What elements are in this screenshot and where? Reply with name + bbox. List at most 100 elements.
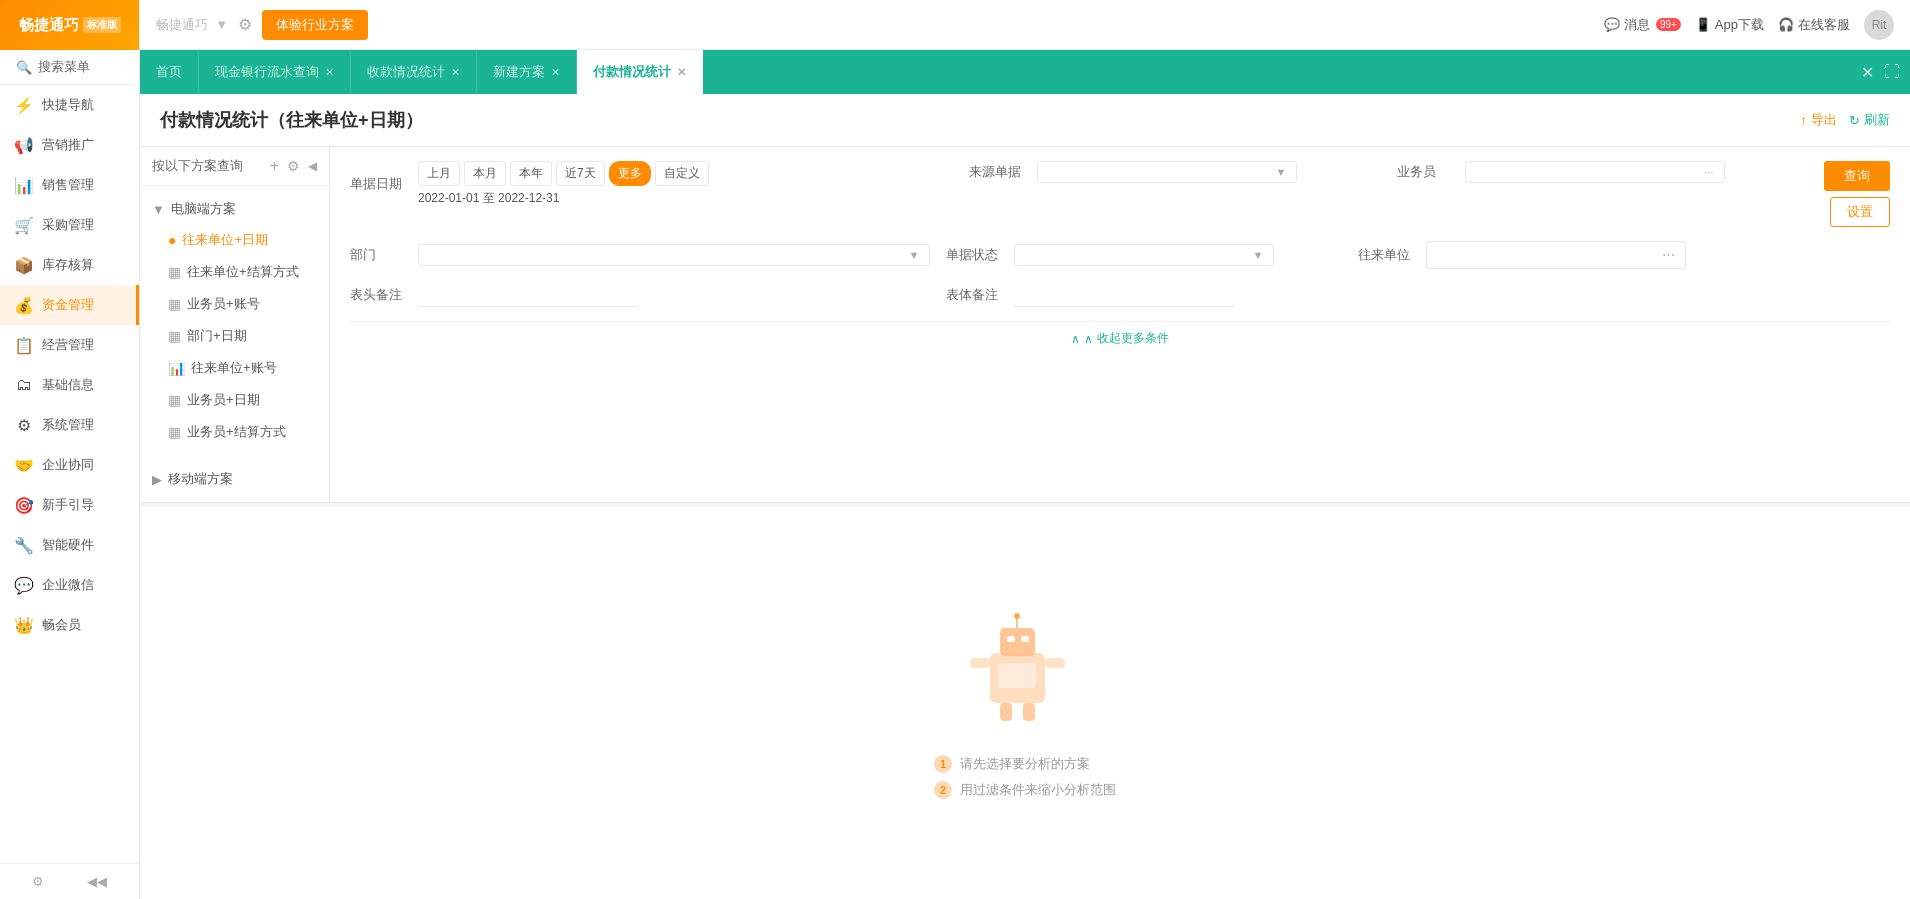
source-doc-select[interactable]: ▼ (1037, 161, 1297, 183)
scheme-active-icon: ● (168, 232, 176, 248)
sidebar-settings-icon[interactable]: ⚙ (32, 874, 44, 889)
hardware-icon: 🔧 (14, 535, 34, 555)
sidebar-item-hardware[interactable]: 🔧 智能硬件 (0, 525, 139, 565)
sidebar-item-label: 系统管理 (42, 416, 94, 434)
app-download-btn[interactable]: 📱 App下载 (1695, 16, 1764, 34)
sidebar-item-guide[interactable]: 🎯 新手引导 (0, 485, 139, 525)
sidebar-item-member[interactable]: 👑 畅会员 (0, 605, 139, 645)
scheme-collapse-icon[interactable]: ◀ (308, 159, 317, 173)
staff-label: 业务员 (1397, 163, 1457, 181)
empty-hints: 1 请先选择要分析的方案 2 用过滤条件来缩小分析范围 (934, 755, 1116, 807)
chevron-down-icon: ▼ (909, 249, 920, 261)
message-icon: 💬 (1604, 17, 1620, 32)
inventory-icon: 📦 (14, 255, 34, 275)
tab-bank-flow[interactable]: 现金银行流水查询 ✕ (199, 50, 351, 94)
tab-receipt-stats[interactable]: 收款情况统计 ✕ (351, 50, 477, 94)
sales-icon: 📊 (14, 175, 34, 195)
tab-expand-icon[interactable]: ⛶ (1884, 63, 1900, 81)
date-btn-more[interactable]: 更多 (609, 161, 651, 186)
date-btn-7days[interactable]: 近7天 (556, 161, 605, 186)
sidebar-item-label: 资金管理 (42, 296, 94, 314)
sidebar-collapse-icon[interactable]: ◀◀ (87, 874, 107, 889)
message-btn[interactable]: 💬 消息 99+ (1604, 16, 1681, 34)
doc-status-label: 单据状态 (946, 246, 1006, 264)
sidebar-item-system[interactable]: ⚙ 系统管理 (0, 405, 139, 445)
sidebar-search[interactable]: 🔍 搜索菜单 (0, 50, 139, 85)
sidebar-item-basic[interactable]: 🗂 基础信息 (0, 365, 139, 405)
online-service-btn[interactable]: 🎧 在线客服 (1778, 16, 1850, 34)
header-settings-icon[interactable]: ⚙ (238, 15, 252, 34)
message-badge: 99+ (1656, 18, 1681, 31)
tab-home[interactable]: 首页 (140, 50, 199, 94)
table-header-note-input[interactable] (418, 283, 638, 307)
tab-payment-stats[interactable]: 付款情况统计 ✕ (577, 50, 703, 94)
partner-select[interactable]: ··· (1426, 241, 1686, 269)
scheme-item-partner-account[interactable]: 📊 往来单位+账号 (140, 352, 329, 384)
scheme-item-partner-date[interactable]: ● 往来单位+日期 (140, 224, 329, 256)
svg-rect-3 (1021, 636, 1029, 642)
doc-status-select[interactable]: ▼ (1014, 244, 1274, 266)
scheme-item-staff-account[interactable]: ▦ 业务员+账号 (140, 288, 329, 320)
chevron-down-icon: ▼ (1253, 249, 1264, 261)
tab-close-all-icon[interactable]: ✕ (1861, 63, 1874, 82)
date-btn-last-month[interactable]: 上月 (418, 161, 460, 186)
sidebar-item-purchase[interactable]: 🛒 采购管理 (0, 205, 139, 245)
scheme-mobile-title[interactable]: ▶ 移动端方案 (140, 464, 329, 494)
empty-state-area: 1 请先选择要分析的方案 2 用过滤条件来缩小分析范围 (140, 507, 1910, 899)
page-title: 付款情况统计（往来单位+日期） (160, 108, 423, 132)
user-avatar[interactable]: Rit (1864, 10, 1894, 40)
tab-new-scheme[interactable]: 新建方案 ✕ (477, 50, 577, 94)
sidebar-item-label: 营销推广 (42, 136, 94, 154)
refresh-button[interactable]: ↻ 刷新 (1849, 111, 1890, 129)
scheme-item-staff-date[interactable]: ▦ 业务员+日期 (140, 384, 329, 416)
dept-select[interactable]: ▼ (418, 244, 930, 266)
sidebar-item-sales[interactable]: 📊 销售管理 (0, 165, 139, 205)
query-button[interactable]: 查询 (1824, 161, 1890, 191)
sidebar-item-marketing[interactable]: 📢 营销推广 (0, 125, 139, 165)
staff-select[interactable]: ··· (1465, 161, 1725, 183)
sidebar-item-label: 企业微信 (42, 576, 94, 594)
scheme-item-label: 往来单位+账号 (191, 359, 277, 377)
add-scheme-icon[interactable]: + (270, 157, 279, 175)
tab-bank-flow-label: 现金银行流水查询 (215, 63, 319, 81)
sidebar-item-cooperation[interactable]: 🤝 企业协同 (0, 445, 139, 485)
header-logo: 畅捷通巧 ▼ (156, 16, 228, 34)
sidebar-item-wechat[interactable]: 💬 企业微信 (0, 565, 139, 605)
chevron-down-icon: ··· (1704, 166, 1713, 178)
scheme-item-label: 往来单位+结算方式 (187, 263, 299, 281)
scheme-item-partner-settle[interactable]: ▦ 往来单位+结算方式 (140, 256, 329, 288)
sidebar-item-label: 畅会员 (42, 616, 81, 634)
sidebar-item-label: 库存核算 (42, 256, 94, 274)
table-body-note-input[interactable] (1014, 283, 1234, 307)
empty-hint-1: 1 请先选择要分析的方案 (934, 755, 1116, 773)
scheme-table-icon: ▦ (168, 424, 181, 440)
sidebar-item-quick-nav[interactable]: ⚡ 快捷导航 (0, 85, 139, 125)
sidebar-item-operation[interactable]: 📋 经营管理 (0, 325, 139, 365)
date-btn-this-year[interactable]: 本年 (510, 161, 552, 186)
scheme-item-staff-settle[interactable]: ▦ 业务员+结算方式 (140, 416, 329, 448)
tab-home-label: 首页 (156, 63, 182, 81)
settings-button[interactable]: 设置 (1830, 197, 1890, 227)
source-doc-label: 来源单据 (969, 163, 1029, 181)
date-btn-custom[interactable]: 自定义 (655, 161, 709, 186)
sidebar-item-inventory[interactable]: 📦 库存核算 (0, 245, 139, 285)
tab-close-active-icon[interactable]: ✕ (677, 66, 686, 79)
scheme-item-dept-date[interactable]: ▦ 部门+日期 (140, 320, 329, 352)
scheme-desktop-title[interactable]: ▼ 电脑端方案 (140, 194, 329, 224)
dots-icon: ··· (1662, 246, 1675, 264)
dept-label: 部门 (350, 246, 410, 264)
date-btn-this-month[interactable]: 本月 (464, 161, 506, 186)
tab-close-icon[interactable]: ✕ (325, 66, 334, 79)
trial-button[interactable]: 体验行业方案 (262, 10, 368, 40)
collapse-bar[interactable]: ∧ ∧ 收起更多条件 (350, 321, 1890, 355)
sidebar-item-label: 销售管理 (42, 176, 94, 194)
empty-hint-2: 2 用过滤条件来缩小分析范围 (934, 781, 1116, 799)
table-body-note-label: 表体备注 (946, 286, 1006, 304)
tab-bar-right: ✕ ⛶ (1861, 50, 1910, 94)
sidebar-item-finance[interactable]: 💰 资金管理 (0, 285, 139, 325)
export-button[interactable]: ↑ 导出 (1800, 111, 1837, 129)
scheme-settings-icon[interactable]: ⚙ (287, 158, 300, 174)
tab-close-icon[interactable]: ✕ (451, 66, 460, 79)
tab-close-icon[interactable]: ✕ (551, 66, 560, 79)
scheme-table-icon: ▦ (168, 328, 181, 344)
